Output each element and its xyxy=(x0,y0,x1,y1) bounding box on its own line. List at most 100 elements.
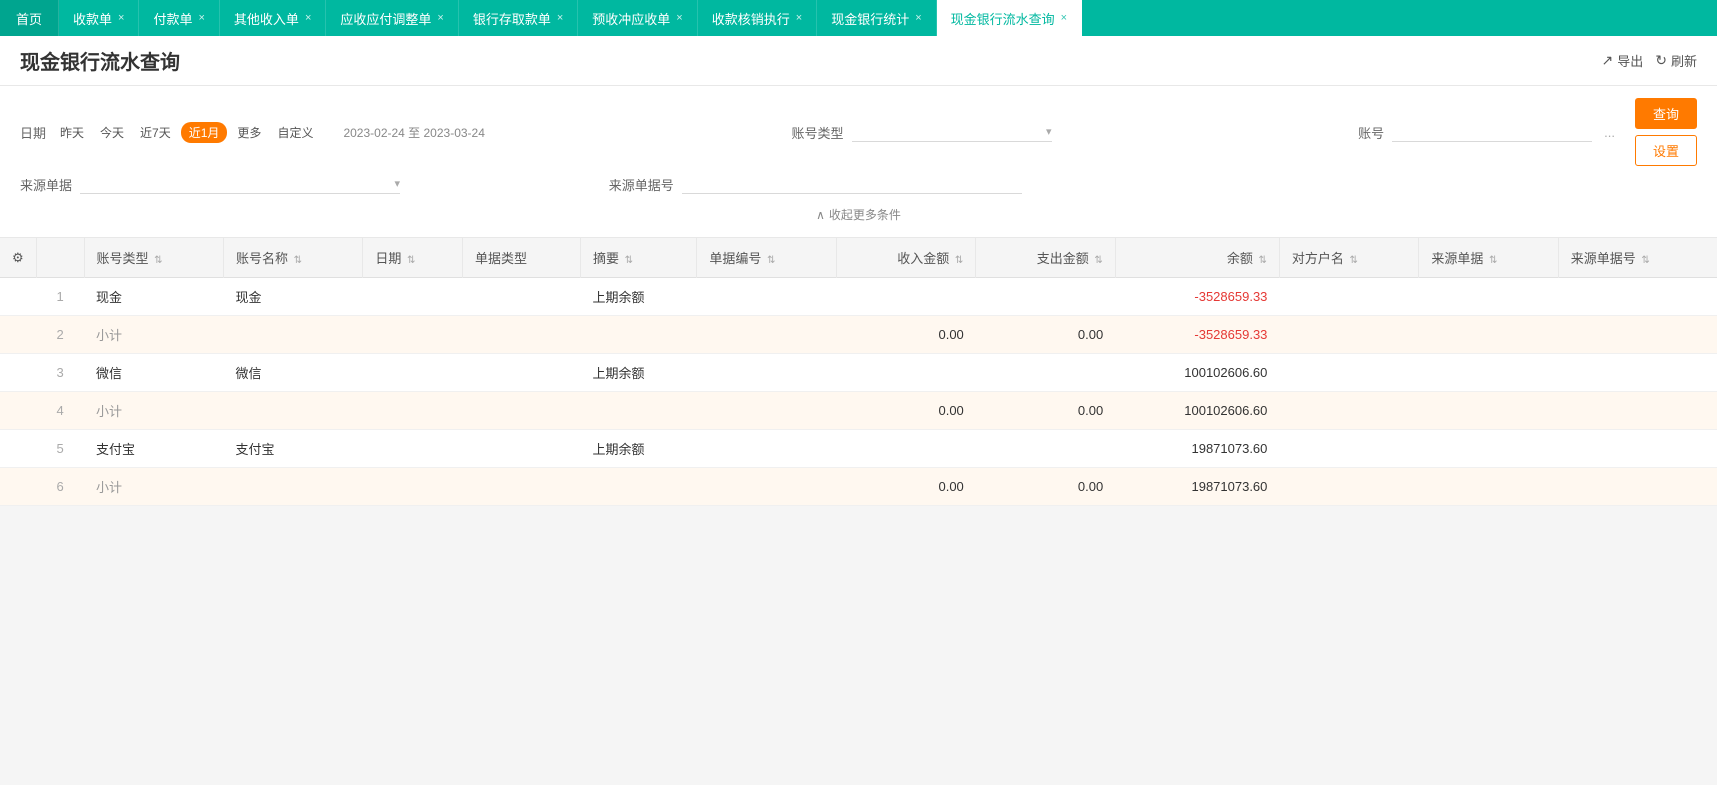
nav-payments-label: 付款单 xyxy=(153,9,192,28)
filter-row-2: 来源单据 ▾ 来源单据号 xyxy=(20,174,1697,194)
th-counterparty[interactable]: 对方户名 ⇅ xyxy=(1279,238,1418,278)
td-income-0 xyxy=(836,278,975,316)
date-opt-7days[interactable]: 近7天 xyxy=(134,122,177,143)
td-doc-type-5 xyxy=(462,468,580,506)
settings-button[interactable]: 设置 xyxy=(1635,135,1697,166)
sort-income-icon: ⇅ xyxy=(955,255,963,266)
export-label: 导出 xyxy=(1617,51,1643,70)
td-index-0: 1 xyxy=(36,278,84,316)
nav-collection-exec-close[interactable]: × xyxy=(796,12,802,24)
nav-cash-bank-flow[interactable]: 现金银行流水查询 × xyxy=(937,0,1082,36)
td-summary-5 xyxy=(580,468,696,506)
td-account-type-0: 现金 xyxy=(84,278,223,316)
date-filter-group: 日期 昨天 今天 近7天 近1月 更多 自定义 xyxy=(20,122,319,143)
td-index-5: 6 xyxy=(36,468,84,506)
nav-cash-bank-flow-close[interactable]: × xyxy=(1061,12,1067,24)
account-type-filter-group: 账号类型 ▾ xyxy=(792,122,1052,142)
source-doc-filter-group: 来源单据 ▾ xyxy=(20,174,400,194)
nav-cash-bank-stats[interactable]: 现金银行统计 × xyxy=(817,0,936,36)
th-source-doc-no[interactable]: 来源单据号 ⇅ xyxy=(1558,238,1717,278)
account-type-arrow[interactable]: ▾ xyxy=(1046,125,1052,138)
table-row[interactable]: 2 小计 0.00 0.00 -3528659.33 xyxy=(0,316,1717,354)
nav-home[interactable]: 首页 xyxy=(0,0,59,36)
table-row[interactable]: 6 小计 0.00 0.00 19871073.60 xyxy=(0,468,1717,506)
td-balance-0: -3528659.33 xyxy=(1115,278,1279,316)
td-source-doc-0 xyxy=(1419,278,1558,316)
refresh-icon: ↻ xyxy=(1655,52,1667,69)
td-account-type-1: 小计 xyxy=(84,316,223,354)
td-expense-5: 0.00 xyxy=(976,468,1115,506)
table-row[interactable]: 3 微信 微信 上期余额 100102606.60 xyxy=(0,354,1717,392)
th-balance[interactable]: 余额 ⇅ xyxy=(1115,238,1279,278)
source-doc-no-input[interactable] xyxy=(682,174,1022,193)
date-opt-custom[interactable]: 自定义 xyxy=(271,122,319,143)
nav-receipts[interactable]: 收款单 × xyxy=(59,0,139,36)
td-gear-0 xyxy=(0,278,36,316)
nav-bank-deposit[interactable]: 银行存取款单 × xyxy=(459,0,578,36)
source-doc-no-select[interactable] xyxy=(682,174,1022,194)
th-date[interactable]: 日期 ⇅ xyxy=(363,238,463,278)
table-row[interactable]: 4 小计 0.00 0.00 100102606.60 xyxy=(0,392,1717,430)
date-opt-more[interactable]: 更多 xyxy=(231,122,267,143)
td-counterparty-0 xyxy=(1279,278,1418,316)
nav-prepay-offset-label: 预收冲应收单 xyxy=(592,9,670,28)
nav-prepay-offset-close[interactable]: × xyxy=(676,12,682,24)
date-opt-today[interactable]: 今天 xyxy=(94,122,130,143)
top-navigation: 首页 收款单 × 付款单 × 其他收入单 × 应收应付调整单 × 银行存取款单 … xyxy=(0,0,1717,36)
nav-home-label: 首页 xyxy=(16,9,42,28)
td-date-2 xyxy=(363,354,463,392)
query-button[interactable]: 查询 xyxy=(1635,98,1697,129)
nav-cash-bank-flow-label: 现金银行流水查询 xyxy=(951,9,1055,28)
source-doc-input[interactable] xyxy=(80,174,394,193)
account-type-input[interactable] xyxy=(852,122,1046,141)
td-source-doc-no-4 xyxy=(1558,430,1717,468)
account-input[interactable] xyxy=(1392,122,1592,141)
export-button[interactable]: ↗ 导出 xyxy=(1602,51,1644,70)
td-expense-4 xyxy=(976,430,1115,468)
td-gear-3 xyxy=(0,392,36,430)
nav-prepay-offset[interactable]: 预收冲应收单 × xyxy=(578,0,697,36)
nav-cash-bank-stats-close[interactable]: × xyxy=(915,12,921,24)
account-type-select[interactable]: ▾ xyxy=(852,122,1052,142)
td-account-type-2: 微信 xyxy=(84,354,223,392)
th-expense[interactable]: 支出金额 ⇅ xyxy=(976,238,1115,278)
table-row[interactable]: 5 支付宝 支付宝 上期余额 19871073.60 xyxy=(0,430,1717,468)
nav-payments[interactable]: 付款单 × xyxy=(139,0,219,36)
nav-ar-ap-adjust-close[interactable]: × xyxy=(437,12,443,24)
nav-other-income[interactable]: 其他收入单 × xyxy=(220,0,326,36)
nav-bank-deposit-close[interactable]: × xyxy=(557,12,563,24)
th-doc-no[interactable]: 单据编号 ⇅ xyxy=(697,238,836,278)
refresh-button[interactable]: ↻ 刷新 xyxy=(1655,51,1697,70)
sort-doc-no-icon: ⇅ xyxy=(767,255,775,266)
sort-expense-icon: ⇅ xyxy=(1094,255,1102,266)
nav-payments-close[interactable]: × xyxy=(198,12,204,24)
date-opt-yesterday[interactable]: 昨天 xyxy=(54,122,90,143)
th-gear[interactable]: ⚙ xyxy=(0,238,36,278)
nav-other-income-close[interactable]: × xyxy=(305,12,311,24)
th-account-name[interactable]: 账号名称 ⇅ xyxy=(223,238,362,278)
th-summary[interactable]: 摘要 ⇅ xyxy=(580,238,696,278)
td-doc-type-2 xyxy=(462,354,580,392)
td-gear-4 xyxy=(0,430,36,468)
source-doc-select[interactable]: ▾ xyxy=(80,174,400,194)
nav-ar-ap-adjust[interactable]: 应收应付调整单 × xyxy=(326,0,458,36)
td-doc-no-3 xyxy=(697,392,836,430)
td-expense-0 xyxy=(976,278,1115,316)
th-account-type[interactable]: 账号类型 ⇅ xyxy=(84,238,223,278)
td-counterparty-1 xyxy=(1279,316,1418,354)
date-opt-1month[interactable]: 近1月 xyxy=(181,122,228,143)
header-actions: ↗ 导出 ↻ 刷新 xyxy=(1602,51,1698,70)
th-source-doc[interactable]: 来源单据 ⇅ xyxy=(1419,238,1558,278)
table-row[interactable]: 1 现金 现金 上期余额 -3528659.33 xyxy=(0,278,1717,316)
td-counterparty-5 xyxy=(1279,468,1418,506)
td-account-name-0: 现金 xyxy=(223,278,362,316)
source-doc-arrow[interactable]: ▾ xyxy=(394,177,400,190)
nav-collection-exec[interactable]: 收款核销执行 × xyxy=(698,0,817,36)
th-income[interactable]: 收入金额 ⇅ xyxy=(836,238,975,278)
account-more[interactable]: ... xyxy=(1604,125,1615,140)
td-balance-1: -3528659.33 xyxy=(1115,316,1279,354)
table-body: 1 现金 现金 上期余额 -3528659.33 2 小计 0.00 0.00 … xyxy=(0,278,1717,506)
account-select[interactable] xyxy=(1392,122,1592,142)
collapse-bar[interactable]: ∧ 收起更多条件 xyxy=(20,202,1697,227)
nav-receipts-close[interactable]: × xyxy=(118,12,124,24)
